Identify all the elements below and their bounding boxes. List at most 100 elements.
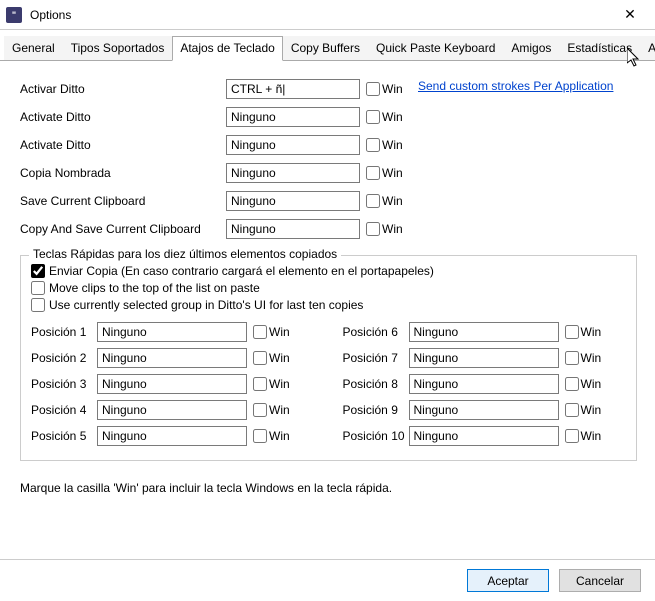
win-checkbox[interactable] <box>366 222 380 236</box>
check-enviar-copia[interactable]: Enviar Copia (En caso contrario cargará … <box>31 264 626 278</box>
tab-atajos-de-teclado[interactable]: Atajos de Teclado <box>172 36 283 61</box>
tab-tipos-soportados[interactable]: Tipos Soportados <box>63 36 173 60</box>
shortcut-row: Activate Ditto Win <box>20 135 637 155</box>
tab-estadisticas[interactable]: Estadísticas <box>559 36 640 60</box>
content-area: Send custom strokes Per Application Acti… <box>0 61 655 499</box>
position-label: Posición 3 <box>31 377 97 391</box>
win-checkbox[interactable] <box>253 351 267 365</box>
win-label: Win <box>581 429 602 443</box>
win-checkbox[interactable] <box>565 403 579 417</box>
win-checkbox[interactable] <box>366 166 380 180</box>
win-checkbox-area: Win <box>366 166 403 180</box>
shortcut-input[interactable] <box>226 163 360 183</box>
close-icon: ✕ <box>624 6 636 23</box>
win-checkbox-area: Win <box>366 110 403 124</box>
position-row: Posición 9 Win <box>343 400 627 420</box>
app-icon: " <box>6 7 22 23</box>
group-title: Teclas Rápidas para los diez últimos ele… <box>29 247 341 261</box>
win-checkbox[interactable] <box>565 429 579 443</box>
win-label: Win <box>382 194 403 208</box>
shortcut-label: Copy And Save Current Clipboard <box>20 222 226 236</box>
position-label: Posición 4 <box>31 403 97 417</box>
win-checkbox[interactable] <box>366 194 380 208</box>
position-input[interactable] <box>97 322 247 342</box>
win-checkbox-area: Win <box>366 138 403 152</box>
win-label: Win <box>382 166 403 180</box>
cancel-button[interactable]: Cancelar <box>559 569 641 592</box>
position-row: Posición 8 Win <box>343 374 627 394</box>
check-label: Move clips to the top of the list on pas… <box>49 281 260 295</box>
win-label: Win <box>581 377 602 391</box>
win-checkbox[interactable] <box>253 325 267 339</box>
position-input[interactable] <box>97 400 247 420</box>
win-label: Win <box>382 110 403 124</box>
position-row: Posición 3 Win <box>31 374 315 394</box>
win-checkbox[interactable] <box>565 377 579 391</box>
win-checkbox-area: Win <box>565 403 602 417</box>
shortcut-input[interactable] <box>226 219 360 239</box>
win-checkbox-area: Win <box>565 377 602 391</box>
position-label: Posición 7 <box>343 351 409 365</box>
shortcut-input[interactable] <box>226 107 360 127</box>
close-button[interactable]: ✕ <box>609 1 651 29</box>
win-checkbox[interactable] <box>253 377 267 391</box>
position-row: Posición 6 Win <box>343 322 627 342</box>
position-row: Posición 4 Win <box>31 400 315 420</box>
shortcut-input[interactable] <box>226 191 360 211</box>
shortcut-input[interactable] <box>226 79 360 99</box>
position-input[interactable] <box>409 322 559 342</box>
shortcut-label: Activar Ditto <box>20 82 226 96</box>
win-label: Win <box>269 325 290 339</box>
win-checkbox[interactable] <box>366 82 380 96</box>
ok-button[interactable]: Aceptar <box>467 569 549 592</box>
win-checkbox-area: Win <box>253 429 290 443</box>
positions-grid: Posición 1 Win Posición 2 Win Posición 3… <box>31 322 626 446</box>
shortcut-input[interactable] <box>226 135 360 155</box>
checkbox-enviar-copia[interactable] <box>31 264 45 278</box>
position-row: Posición 10 Win <box>343 426 627 446</box>
position-row: Posición 2 Win <box>31 348 315 368</box>
position-label: Posición 6 <box>343 325 409 339</box>
position-input[interactable] <box>97 374 247 394</box>
tab-copy-buffers[interactable]: Copy Buffers <box>283 36 368 60</box>
win-checkbox[interactable] <box>253 403 267 417</box>
shortcut-list: Send custom strokes Per Application Acti… <box>20 79 637 239</box>
check-move-clips[interactable]: Move clips to the top of the list on pas… <box>31 281 626 295</box>
win-checkbox-area: Win <box>565 429 602 443</box>
win-checkbox-area: Win <box>253 403 290 417</box>
position-label: Posición 10 <box>343 429 409 443</box>
checkbox-use-selected-group[interactable] <box>31 298 45 312</box>
position-label: Posición 1 <box>31 325 97 339</box>
win-checkbox[interactable] <box>366 110 380 124</box>
tab-acerca-de[interactable]: Acerca de <box>640 36 655 60</box>
position-input[interactable] <box>97 426 247 446</box>
win-checkbox-area: Win <box>253 351 290 365</box>
shortcut-row: Copy And Save Current Clipboard Win <box>20 219 637 239</box>
position-input[interactable] <box>409 348 559 368</box>
tabstrip: General Tipos Soportados Atajos de Tecla… <box>0 30 655 61</box>
checkbox-move-clips[interactable] <box>31 281 45 295</box>
win-checkbox-area: Win <box>253 325 290 339</box>
group-checks: Enviar Copia (En caso contrario cargará … <box>31 264 626 312</box>
titlebar: " Options ✕ <box>0 0 655 30</box>
win-checkbox[interactable] <box>366 138 380 152</box>
position-input[interactable] <box>409 400 559 420</box>
tab-general[interactable]: General <box>4 36 63 60</box>
win-checkbox[interactable] <box>565 351 579 365</box>
win-label: Win <box>269 403 290 417</box>
check-use-selected-group[interactable]: Use currently selected group in Ditto's … <box>31 298 626 312</box>
shortcut-label: Save Current Clipboard <box>20 194 226 208</box>
custom-strokes-link[interactable]: Send custom strokes Per Application <box>418 79 613 93</box>
tab-amigos[interactable]: Amigos <box>503 36 559 60</box>
shortcut-label: Activate Ditto <box>20 138 226 152</box>
win-label: Win <box>581 403 602 417</box>
position-input[interactable] <box>409 374 559 394</box>
win-checkbox[interactable] <box>253 429 267 443</box>
win-checkbox-area: Win <box>366 222 403 236</box>
win-checkbox[interactable] <box>565 325 579 339</box>
position-label: Posición 8 <box>343 377 409 391</box>
position-input[interactable] <box>409 426 559 446</box>
tab-quick-paste-keyboard[interactable]: Quick Paste Keyboard <box>368 36 503 60</box>
position-input[interactable] <box>97 348 247 368</box>
win-checkbox-area: Win <box>366 82 403 96</box>
